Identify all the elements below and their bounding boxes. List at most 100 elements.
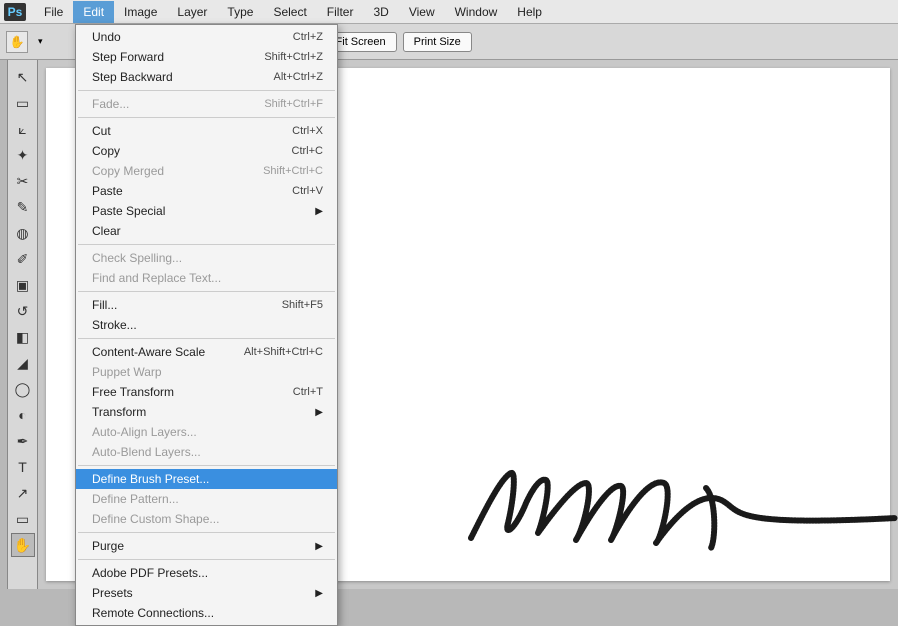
menu-item-paste[interactable]: PasteCtrl+V [76,181,337,201]
menu-item-label: Step Backward [92,70,173,84]
menu-item-undo[interactable]: Undo Ctrl+Z [76,27,337,47]
shape-tool[interactable]: ▭ [11,507,35,531]
menu-item-shortcut: Shift+F5 [282,299,323,311]
menu-item-presets[interactable]: Presets ▶ [76,583,337,603]
lasso-tool[interactable]: ⟀ [11,117,35,141]
menu-item-label: Define Brush Preset... [92,472,209,486]
menu-item-label: Purge [92,539,124,553]
magic-wand-tool[interactable]: ✦ [11,143,35,167]
move-tool[interactable]: ↖ [11,65,35,89]
menu-item-auto-align-layers: Auto-Align Layers... [76,422,337,442]
gradient-tool[interactable]: ◢ [11,351,35,375]
menu-item-step-backward[interactable]: Step Backward Alt+Ctrl+Z [76,67,337,87]
hand-tool-icon: ✋ [6,31,28,53]
menu-item-shortcut: Ctrl+T [293,386,323,398]
menu-view[interactable]: View [399,1,445,23]
menu-item-shortcut: Alt+Ctrl+Z [273,71,323,83]
menu-item-label: Auto-Align Layers... [92,425,197,439]
menu-separator [78,559,335,560]
menu-separator [78,90,335,91]
edit-menu-dropdown: UndoCtrl+ZStep ForwardShift+Ctrl+ZStep B… [75,24,338,626]
menu-item-adobe-pdf-presets[interactable]: Adobe PDF Presets... [76,563,337,583]
menu-select[interactable]: Select [263,1,316,23]
tool-preset-dropdown[interactable]: ▾ [38,36,43,47]
menu-item-fill[interactable]: Fill... Shift+F5 [76,295,337,315]
menu-layer[interactable]: Layer [167,1,217,23]
menu-edit[interactable]: Edit [73,1,114,23]
menu-item-label: Undo [92,30,121,44]
type-tool[interactable]: T [11,455,35,479]
menu-3d[interactable]: 3D [363,1,398,23]
menu-item-label: Free Transform [92,385,174,399]
menu-item-label: Paste Special [92,204,165,218]
menu-image[interactable]: Image [114,1,167,23]
dodge-tool[interactable]: ◐ [11,403,35,427]
menu-item-remote-connections[interactable]: Remote Connections... [76,603,337,623]
brush-tool[interactable]: ✐ [11,247,35,271]
eraser-tool[interactable]: ◧ [11,325,35,349]
menu-item-label: Remote Connections... [92,606,214,620]
menu-item-define-brush-preset[interactable]: Define Brush Preset... [76,469,337,489]
menu-item-clear[interactable]: Clear [76,221,337,241]
menu-item-fade: Fade...Shift+Ctrl+F [76,94,337,114]
menu-separator [78,532,335,533]
menu-item-copy-merged: Copy Merged Shift+Ctrl+C [76,161,337,181]
menu-item-find-and-replace-text: Find and Replace Text... [76,268,337,288]
print-size-button[interactable]: Print Size [403,32,472,52]
menu-item-auto-blend-layers: Auto-Blend Layers... [76,442,337,462]
pen-tool[interactable]: ✒ [11,429,35,453]
menu-item-transform[interactable]: Transform ▶ [76,402,337,422]
menu-item-label: Auto-Blend Layers... [92,445,201,459]
submenu-arrow-icon: ▶ [305,588,323,599]
menu-item-label: Copy Merged [92,164,164,178]
menu-item-cut[interactable]: Cut Ctrl+X [76,121,337,141]
menu-item-shortcut: Shift+Ctrl+C [263,165,323,177]
menu-item-purge[interactable]: Purge▶ [76,536,337,556]
app-logo: Ps [4,3,26,21]
blur-tool[interactable]: ◯ [11,377,35,401]
menu-item-free-transform[interactable]: Free Transform Ctrl+T [76,382,337,402]
menu-item-shortcut: Ctrl+Z [293,31,323,43]
menu-item-shortcut: Ctrl+C [292,145,323,157]
clone-stamp-tool[interactable]: ▣ [11,273,35,297]
menu-item-paste-special[interactable]: Paste Special▶ [76,201,337,221]
menu-type[interactable]: Type [217,1,263,23]
menu-item-label: Define Custom Shape... [92,512,219,526]
panel-strip [0,60,8,589]
menubar: Ps FileEditImageLayerTypeSelectFilter3DV… [0,0,898,24]
menu-item-label: Clear [92,224,121,238]
menu-item-label: Puppet Warp [92,365,162,379]
menu-item-label: Define Pattern... [92,492,179,506]
menu-item-copy[interactable]: Copy Ctrl+C [76,141,337,161]
history-brush-tool[interactable]: ↺ [11,299,35,323]
menu-item-step-forward[interactable]: Step ForwardShift+Ctrl+Z [76,47,337,67]
crop-tool[interactable]: ✂ [11,169,35,193]
menu-file[interactable]: File [34,1,73,23]
menu-help[interactable]: Help [507,1,552,23]
menu-item-label: Cut [92,124,111,138]
menu-item-label: Adobe PDF Presets... [92,566,208,580]
menu-item-content-aware-scale[interactable]: Content-Aware ScaleAlt+Shift+Ctrl+C [76,342,337,362]
eyedropper-tool[interactable]: ✎ [11,195,35,219]
menu-separator [78,291,335,292]
menu-item-label: Copy [92,144,120,158]
submenu-arrow-icon: ▶ [305,407,323,418]
menu-filter[interactable]: Filter [317,1,364,23]
tools-panel: ↖▭⟀✦✂✎◍✐▣↺◧◢◯◐✒T↗▭✋ [8,60,38,589]
menu-item-label: Check Spelling... [92,251,182,265]
menu-item-shortcut: Ctrl+X [292,125,323,137]
menu-separator [78,465,335,466]
menu-item-label: Fade... [92,97,129,111]
hand-tool[interactable]: ✋ [11,533,35,557]
marquee-tool[interactable]: ▭ [11,91,35,115]
menu-item-label: Content-Aware Scale [92,345,205,359]
menu-item-label: Fill... [92,298,117,312]
signature-artwork [466,448,898,568]
menu-item-stroke[interactable]: Stroke... [76,315,337,335]
menu-item-label: Presets [92,586,133,600]
healing-brush-tool[interactable]: ◍ [11,221,35,245]
path-selection-tool[interactable]: ↗ [11,481,35,505]
menu-item-label: Transform [92,405,146,419]
menu-window[interactable]: Window [445,1,508,23]
menu-item-label: Find and Replace Text... [92,271,221,285]
